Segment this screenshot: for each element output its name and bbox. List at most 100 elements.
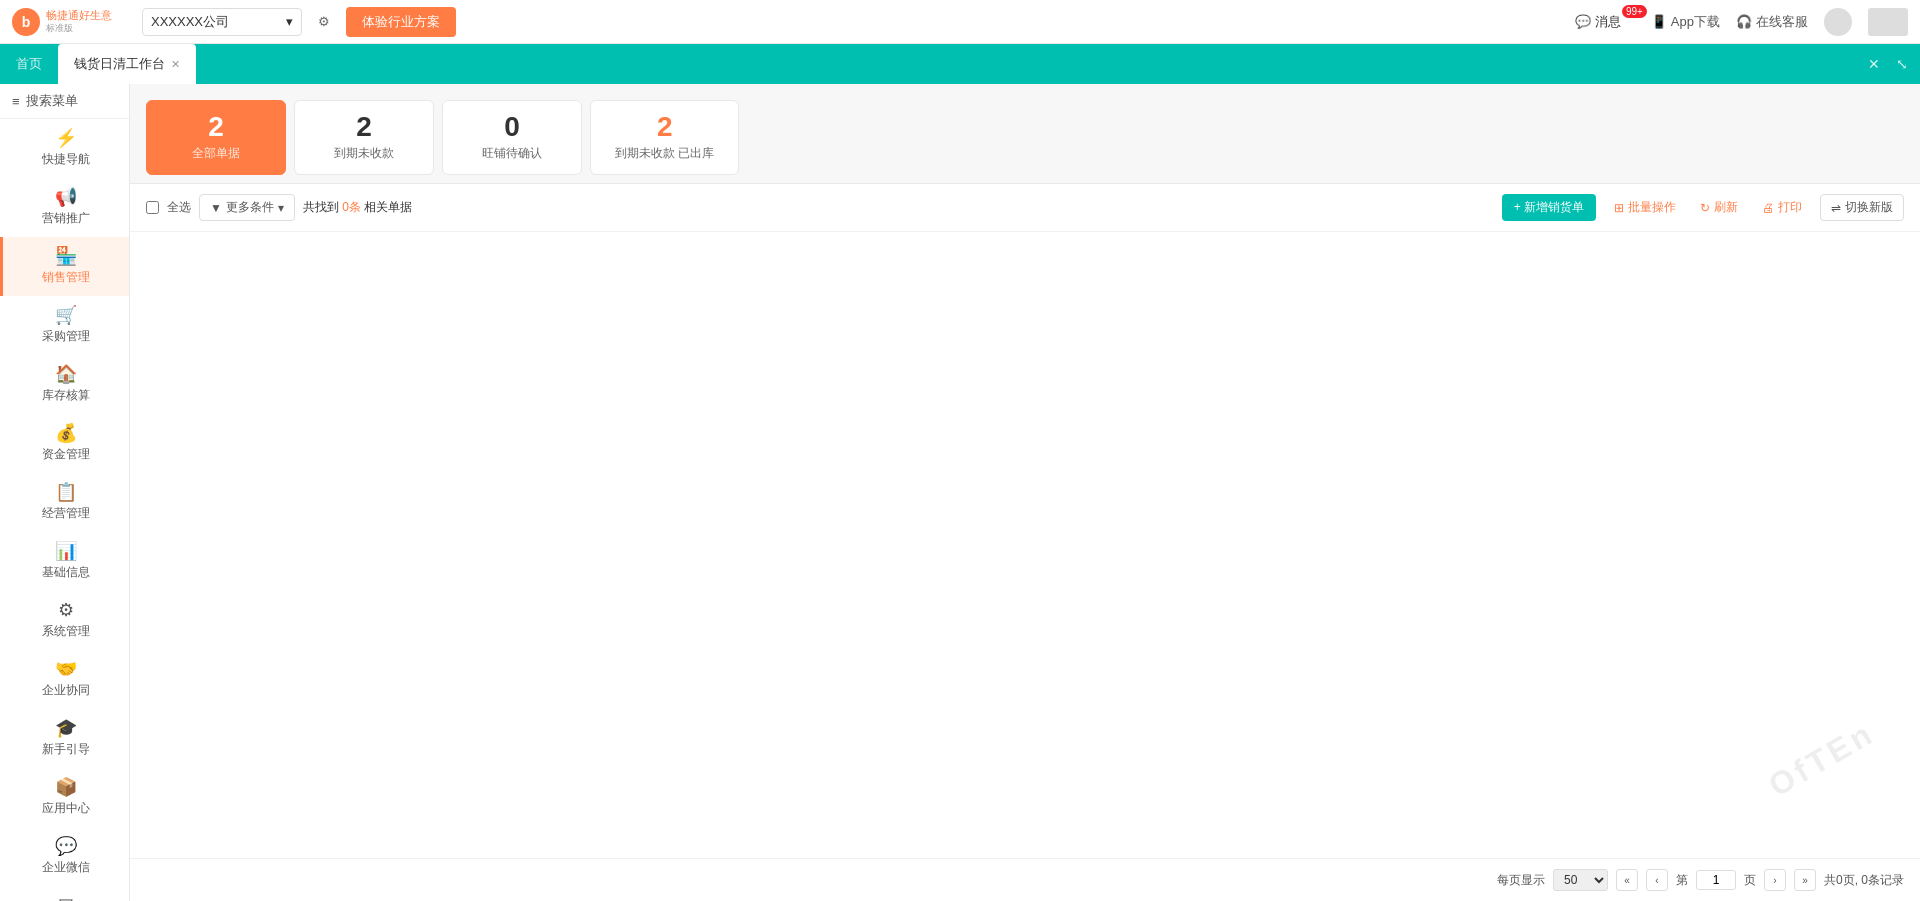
sidebar-item-sales[interactable]: 🏪 销售管理 xyxy=(0,237,129,296)
stat-card-overdue[interactable]: 2 到期未收款 xyxy=(294,100,434,175)
inventory-icon: 🏠 xyxy=(55,365,77,383)
main-layout: ≡ 搜索菜单 ⚡ 快捷导航 📢 营销推广 🏪 销售管理 🛒 采购管理 🏠 库存核… xyxy=(0,84,1920,901)
message-button[interactable]: 💬 消息 99+ xyxy=(1575,13,1635,31)
quick-nav-icon: ⚡ xyxy=(55,129,77,147)
tab-bar-actions: ✕ ⤡ xyxy=(1864,52,1920,76)
sidebar-item-marketing[interactable]: 📢 营销推广 xyxy=(0,178,129,237)
prev-page-button[interactable]: ‹ xyxy=(1646,869,1668,891)
sidebar-item-enterprise-label: 企业协同 xyxy=(42,682,90,699)
sidebar-item-guide[interactable]: 🎓 新手引导 xyxy=(0,709,129,768)
switch-new-version-button[interactable]: ⇌ 切换新版 xyxy=(1820,194,1904,221)
watermark: OfTEn xyxy=(1763,714,1882,804)
stat-card-wangpu[interactable]: 0 旺铺待确认 xyxy=(442,100,582,175)
app-name: 畅捷通好生意 xyxy=(46,8,112,22)
print-label: 打印 xyxy=(1778,199,1802,216)
company-selector[interactable]: XXXXXX公司 ▾ xyxy=(142,8,302,36)
sidebar-item-purchase-label: 采购管理 xyxy=(42,328,90,345)
first-page-button[interactable]: « xyxy=(1616,869,1638,891)
sidebar-item-app-center[interactable]: 📦 应用中心 xyxy=(0,768,129,827)
total-text: 共0页, 0条记录 xyxy=(1824,872,1904,889)
refresh-button[interactable]: ↻ 刷新 xyxy=(1694,195,1744,220)
header-right: 💬 消息 99+ 📱 App下载 🎧 在线客服 xyxy=(1575,8,1908,36)
page-number-input[interactable] xyxy=(1696,870,1736,890)
last-page-button[interactable]: » xyxy=(1794,869,1816,891)
sidebar-item-system[interactable]: ⚙ 系统管理 xyxy=(0,591,129,650)
company-name: XXXXXX公司 xyxy=(151,13,229,31)
finance-icon: 💰 xyxy=(55,424,77,442)
per-page-label: 每页显示 xyxy=(1497,872,1545,889)
refresh-label: 刷新 xyxy=(1714,199,1738,216)
tab-home-label: 首页 xyxy=(16,55,42,73)
sidebar: ≡ 搜索菜单 ⚡ 快捷导航 📢 营销推广 🏪 销售管理 🛒 采购管理 🏠 库存核… xyxy=(0,84,130,901)
switch-icon: ⇌ xyxy=(1831,201,1841,215)
sidebar-item-app-center-label: 应用中心 xyxy=(42,800,90,817)
print-icon: 🖨 xyxy=(1762,201,1774,215)
refresh-icon: ↻ xyxy=(1700,201,1710,215)
close-window-button[interactable]: ✕ xyxy=(1864,52,1884,76)
new-sales-order-button[interactable]: + 新增销货单 xyxy=(1502,194,1596,221)
sidebar-item-basic[interactable]: 📊 基础信息 xyxy=(0,532,129,591)
filter-chevron-icon: ▾ xyxy=(278,201,284,215)
message-badge: 99+ xyxy=(1622,5,1647,18)
stat-card-shipped[interactable]: 2 到期未收款 已出库 xyxy=(590,100,739,175)
stat-card-all[interactable]: 2 全部单据 xyxy=(146,100,286,175)
close-icon[interactable]: ✕ xyxy=(171,58,180,71)
headset-icon: 🎧 xyxy=(1736,14,1752,29)
online-service-button[interactable]: 🎧 在线客服 xyxy=(1736,13,1808,31)
toolbar: 全选 ▼ 更多条件 ▾ 共找到 0条 相关单据 + 新增销货单 ⊞ 批量操作 xyxy=(130,184,1920,232)
page-size-select[interactable]: 50 100 200 xyxy=(1553,869,1608,891)
sidebar-item-enterprise[interactable]: 🤝 企业协同 xyxy=(0,650,129,709)
pagination: 每页显示 50 100 200 « ‹ 第 页 › » 共0页, 0条记录 xyxy=(130,858,1920,901)
sidebar-item-operations[interactable]: 📋 经营管理 xyxy=(0,473,129,532)
settings-button[interactable]: ⚙ xyxy=(310,8,338,36)
filter-button[interactable]: ▼ 更多条件 ▾ xyxy=(199,194,295,221)
page-label: 第 xyxy=(1676,872,1688,889)
enterprise-icon: 🤝 xyxy=(55,660,77,678)
online-service-label: 在线客服 xyxy=(1756,13,1808,31)
system-icon: ⚙ xyxy=(58,601,74,619)
sidebar-item-member[interactable]: ▽ 畅会员 xyxy=(0,886,129,901)
select-all-checkbox[interactable] xyxy=(146,201,159,214)
logo-icon: b xyxy=(12,8,40,36)
tab-workbench[interactable]: 钱货日清工作台 ✕ xyxy=(58,44,196,84)
print-button[interactable]: 🖨 打印 xyxy=(1756,195,1808,220)
stat-number-overdue: 2 xyxy=(319,113,409,141)
sidebar-item-marketing-label: 营销推广 xyxy=(42,210,90,227)
purchase-icon: 🛒 xyxy=(55,306,77,324)
sidebar-item-sales-label: 销售管理 xyxy=(42,269,90,286)
weixin-icon: 💬 xyxy=(55,837,77,855)
content-area: 2 全部单据 2 到期未收款 0 旺铺待确认 2 到期未收款 已出库 xyxy=(130,84,1920,901)
stats-cards: 2 全部单据 2 到期未收款 0 旺铺待确认 2 到期未收款 已出库 xyxy=(130,84,1920,184)
search-menu-item[interactable]: ≡ 搜索菜单 xyxy=(0,84,129,119)
sidebar-item-operations-label: 经营管理 xyxy=(42,505,90,522)
batch-icon: ⊞ xyxy=(1614,201,1624,215)
app-center-icon: 📦 xyxy=(55,778,77,796)
avatar[interactable] xyxy=(1824,8,1852,36)
stat-number-wangpu: 0 xyxy=(467,113,557,141)
sidebar-item-inventory-label: 库存核算 xyxy=(42,387,90,404)
phone-icon: 📱 xyxy=(1651,14,1667,29)
sidebar-item-purchase[interactable]: 🛒 采购管理 xyxy=(0,296,129,355)
stat-label-shipped: 到期未收款 已出库 xyxy=(615,145,714,162)
tab-home[interactable]: 首页 xyxy=(0,44,58,84)
app-download-button[interactable]: 📱 App下载 xyxy=(1651,13,1720,31)
sidebar-item-finance[interactable]: 💰 资金管理 xyxy=(0,414,129,473)
tab-bar: 首页 钱货日清工作台 ✕ ✕ ⤡ xyxy=(0,44,1920,84)
toolbar-right: + 新增销货单 ⊞ 批量操作 ↻ 刷新 🖨 打印 ⇌ xyxy=(1502,194,1904,221)
sidebar-item-weixin[interactable]: 💬 企业微信 xyxy=(0,827,129,886)
maximize-button[interactable]: ⤡ xyxy=(1892,52,1912,76)
username-area[interactable] xyxy=(1868,8,1908,36)
message-icon: 💬 xyxy=(1575,14,1591,29)
sidebar-item-inventory[interactable]: 🏠 库存核算 xyxy=(0,355,129,414)
app-badge: 标准版 xyxy=(46,22,112,35)
sales-icon: 🏪 xyxy=(55,247,77,265)
sidebar-item-quick-nav-label: 快捷导航 xyxy=(42,151,90,168)
try-industry-button[interactable]: 体验行业方案 xyxy=(346,7,456,37)
stat-label-overdue: 到期未收款 xyxy=(319,145,409,162)
batch-label: 批量操作 xyxy=(1628,199,1676,216)
main-content: 2 全部单据 2 到期未收款 0 旺铺待确认 2 到期未收款 已出库 xyxy=(130,84,1920,901)
stat-number-shipped: 2 xyxy=(615,113,714,141)
sidebar-item-quick-nav[interactable]: ⚡ 快捷导航 xyxy=(0,119,129,178)
batch-operations-button[interactable]: ⊞ 批量操作 xyxy=(1608,195,1682,220)
next-page-button[interactable]: › xyxy=(1764,869,1786,891)
